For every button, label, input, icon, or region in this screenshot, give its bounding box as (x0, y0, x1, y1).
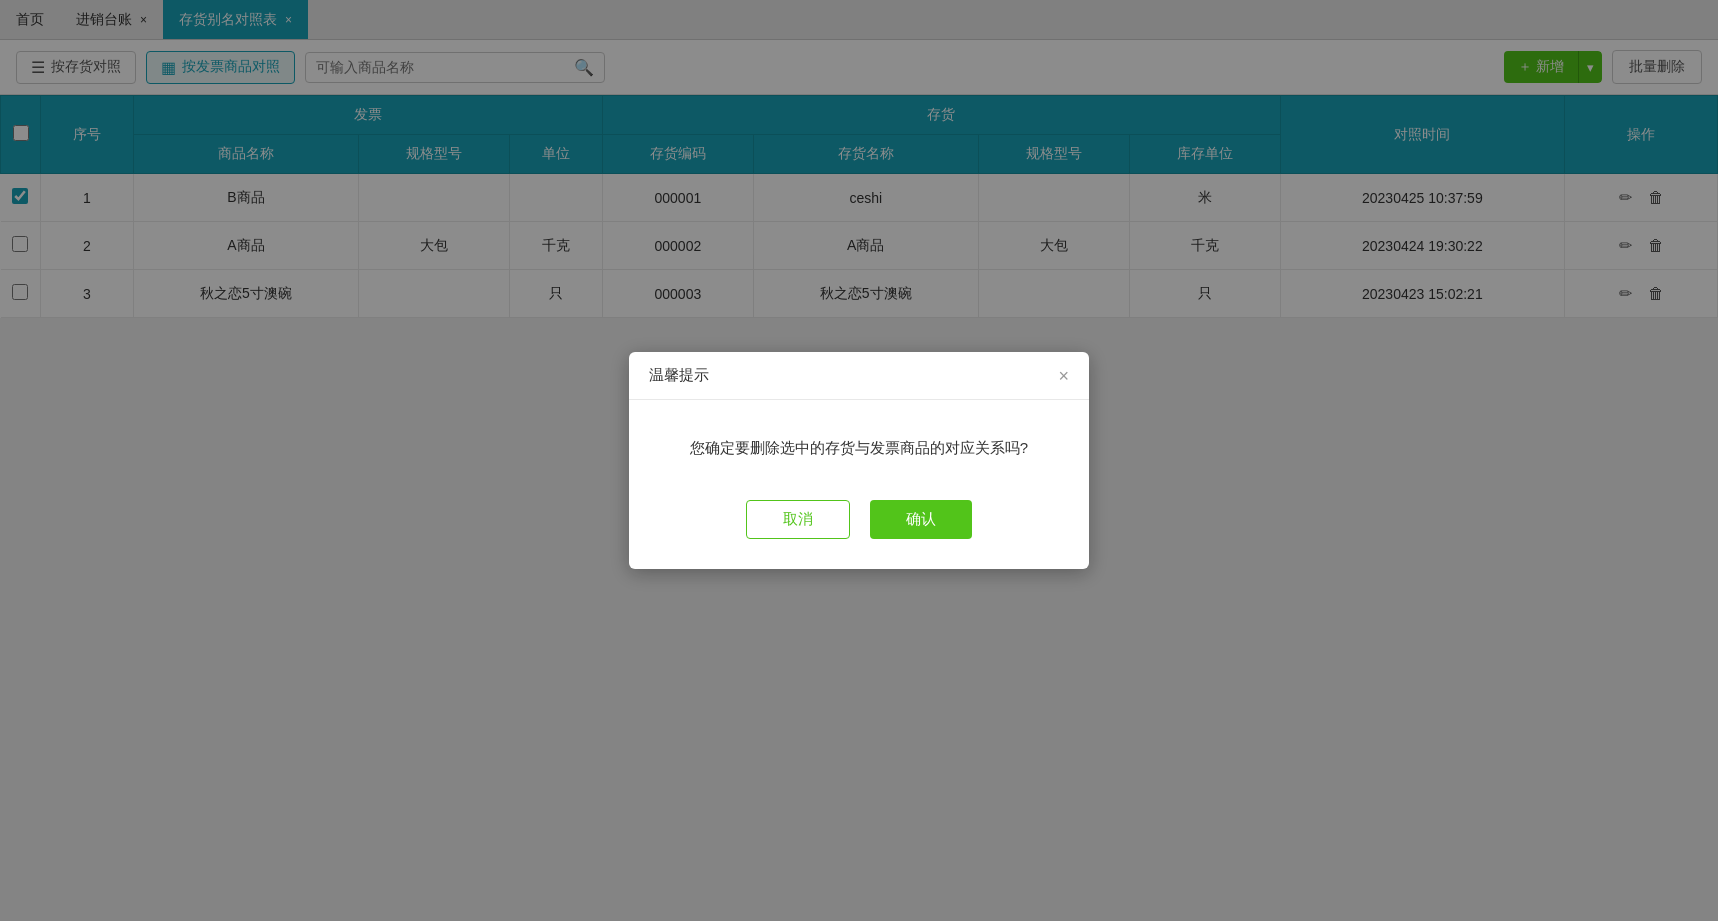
dialog-overlay: 温馨提示 × 您确定要删除选中的存货与发票商品的对应关系吗? 取消 确认 (0, 0, 1718, 318)
